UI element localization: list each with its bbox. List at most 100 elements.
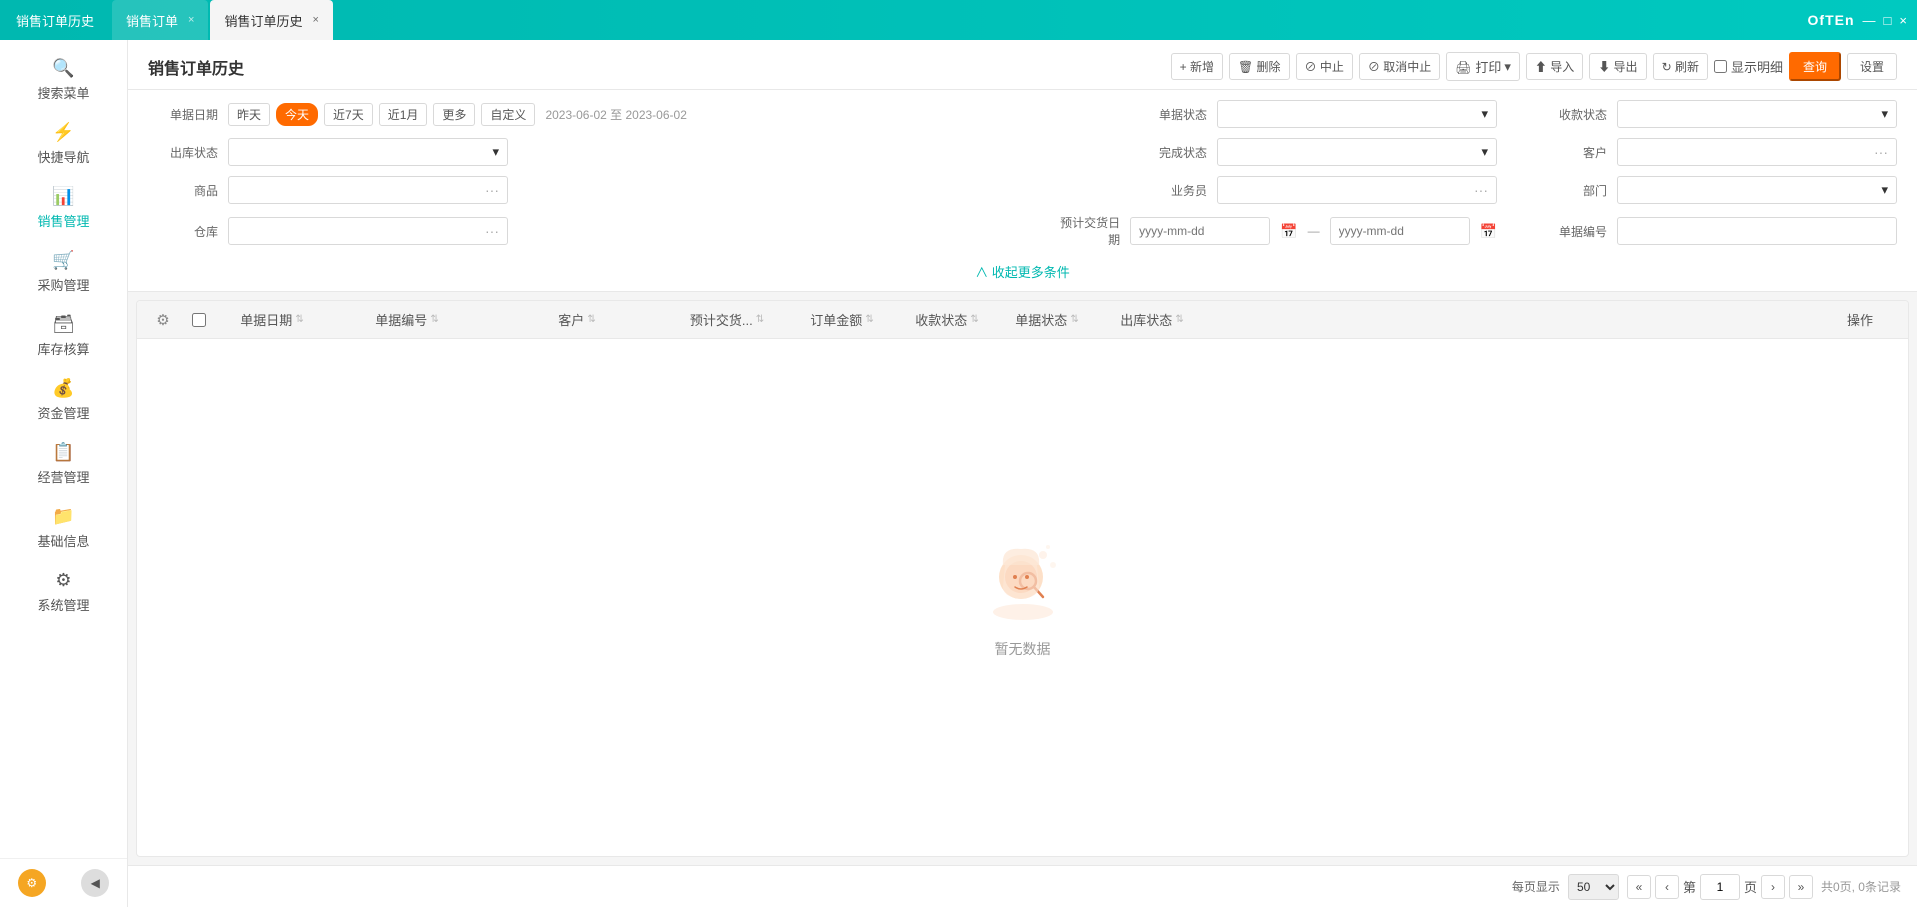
last-page-btn[interactable]: » <box>1789 875 1813 899</box>
sidebar-settings-icon[interactable]: ⚙ <box>18 869 46 897</box>
th-customer-sort: ⇅ <box>587 314 595 325</box>
tab-home[interactable]: 销售订单历史 <box>0 0 110 40</box>
tab-sales-order-history-close[interactable]: × <box>312 14 318 26</box>
th-code-sort: ⇅ <box>430 314 438 325</box>
sidebar-item-inventory[interactable]: 🗃 库存核算 <box>0 304 127 368</box>
refresh-button[interactable]: ↻ 刷新 <box>1653 53 1708 80</box>
date-btn-custom[interactable]: 自定义 <box>481 103 535 126</box>
stop-button[interactable]: ⊘ 中止 <box>1296 53 1353 80</box>
settings-button[interactable]: 设置 <box>1847 53 1897 80</box>
sidebar-item-operations-label: 经营管理 <box>37 467 89 486</box>
calendar-to-icon[interactable]: 📅 <box>1480 223 1497 240</box>
date-btn-today[interactable]: 今天 <box>276 103 318 126</box>
th-warehouse[interactable]: 出库状态 ⇅ <box>1097 310 1207 329</box>
date-btn-yesterday[interactable]: 昨天 <box>228 103 270 126</box>
new-button[interactable]: + 新增 <box>1171 53 1223 80</box>
date-btn-1month[interactable]: 近1月 <box>379 103 428 126</box>
tab-sales-order-close[interactable]: × <box>188 14 194 26</box>
th-warehouse-label: 出库状态 <box>1120 310 1172 329</box>
product-dots[interactable]: ··· <box>485 182 499 198</box>
delivery-date-to[interactable] <box>1330 217 1470 245</box>
query-button[interactable]: 查询 <box>1789 52 1841 81</box>
sidebar-item-quicknav-label: 快捷导航 <box>37 147 89 166</box>
customer-select[interactable]: ··· <box>1617 138 1897 166</box>
top-bar-right: OfTEn — □ × <box>1808 12 1917 28</box>
th-date-label: 单据日期 <box>240 310 292 329</box>
sidebar-collapse-icon[interactable]: ◀ <box>81 869 109 897</box>
salesperson-label: 业务员 <box>1137 182 1207 199</box>
th-status[interactable]: 单据状态 ⇅ <box>997 310 1097 329</box>
delivery-date-from[interactable] <box>1130 217 1270 245</box>
th-code[interactable]: 单据编号 ⇅ <box>327 310 487 329</box>
tab-sales-order[interactable]: 销售订单 × <box>112 0 208 40</box>
warehouse-status-select[interactable]: ▾ <box>228 138 508 166</box>
print-arrow: ▾ <box>1504 59 1511 75</box>
th-action-label: 操作 <box>1847 310 1873 329</box>
complete-status-select[interactable]: ▾ <box>1217 138 1497 166</box>
calendar-from-icon[interactable]: 📅 <box>1280 223 1297 240</box>
sidebar-item-finance-label: 资金管理 <box>37 403 89 422</box>
warehouse-dots[interactable]: ··· <box>485 223 499 239</box>
sidebar-item-search[interactable]: 🔍 搜索菜单 <box>0 48 127 112</box>
warehouse-status-label: 出库状态 <box>148 144 218 161</box>
sidebar-item-purchase[interactable]: 🛒 采购管理 <box>0 240 127 304</box>
page-label-pre: 第 <box>1683 877 1696 896</box>
sidebar-item-basic-info[interactable]: 📁 基础信息 <box>0 496 127 560</box>
table-settings-icon[interactable]: ⚙ <box>156 311 169 329</box>
sidebar-item-sales[interactable]: 📊 销售管理 <box>0 176 127 240</box>
sidebar: 🔍 搜索菜单 ⚡ 快捷导航 📊 销售管理 🛒 采购管理 🗃 库存核算 💰 资金管… <box>0 40 128 907</box>
page-title: 销售订单历史 <box>148 55 244 79</box>
th-payment[interactable]: 收款状态 ⇅ <box>897 310 997 329</box>
th-date-sort: ⇅ <box>295 314 303 325</box>
salesperson-dots[interactable]: ··· <box>1474 182 1488 198</box>
next-page-btn[interactable]: › <box>1761 875 1785 899</box>
date-range-text: 2023-06-02 至 2023-06-02 <box>545 106 686 123</box>
display-cols-checkbox[interactable] <box>1714 60 1727 73</box>
page-input[interactable] <box>1700 874 1740 900</box>
close-btn[interactable]: × <box>1899 13 1907 28</box>
th-customer-label: 客户 <box>558 310 584 329</box>
th-delivery[interactable]: 预计交货... ⇅ <box>667 310 787 329</box>
inventory-icon: 🗃 <box>52 314 75 335</box>
import-button[interactable]: ⬆ 导入 <box>1526 53 1583 80</box>
date-btn-more[interactable]: 更多 <box>433 103 475 126</box>
main-layout: 🔍 搜索菜单 ⚡ 快捷导航 📊 销售管理 🛒 采购管理 🗃 库存核算 💰 资金管… <box>0 40 1917 907</box>
sidebar-item-quicknav[interactable]: ⚡ 快捷导航 <box>0 112 127 176</box>
page-size-select[interactable]: 20 50 100 <box>1568 874 1619 900</box>
salesperson-select[interactable]: ··· <box>1217 176 1497 204</box>
bill-status-select[interactable]: ▾ <box>1217 100 1497 128</box>
display-toggle[interactable]: 显示明细 <box>1714 57 1783 76</box>
total-text: 共0页, 0条记录 <box>1821 878 1901 895</box>
sidebar-item-operations[interactable]: 📋 经营管理 <box>0 432 127 496</box>
tab-sales-order-history[interactable]: 销售订单历史 × <box>210 0 332 40</box>
sidebar-item-system[interactable]: ⚙ 系统管理 <box>0 560 127 624</box>
export-button[interactable]: ⬇ 导出 <box>1589 53 1646 80</box>
print-button[interactable]: 🖨 打印 ▾ <box>1446 52 1520 81</box>
empty-text: 暂无数据 <box>995 639 1051 659</box>
maximize-btn[interactable]: □ <box>1884 13 1892 28</box>
th-payment-label: 收款状态 <box>915 310 967 329</box>
th-amount[interactable]: 订单金额 ⇅ <box>787 310 897 329</box>
filter-row-3: 商品 ··· 业务员 ··· 部门 ▾ <box>148 176 1897 204</box>
sidebar-item-finance[interactable]: 💰 资金管理 <box>0 368 127 432</box>
collapse-row[interactable]: ∧ 收起更多条件 <box>148 258 1897 281</box>
prev-page-btn[interactable]: ‹ <box>1655 875 1679 899</box>
th-status-sort: ⇅ <box>1070 314 1078 325</box>
warehouse-status-arrow: ▾ <box>492 144 499 160</box>
delete-button[interactable]: 🗑 删除 <box>1229 53 1290 80</box>
customer-dots[interactable]: ··· <box>1874 144 1888 160</box>
th-action: 操作 <box>1820 310 1900 329</box>
bill-number-input[interactable] <box>1617 217 1897 245</box>
date-btn-7days[interactable]: 近7天 <box>324 103 373 126</box>
cancel-stop-button[interactable]: ⊘ 取消中止 <box>1359 53 1440 80</box>
payment-status-select[interactable]: ▾ <box>1617 100 1897 128</box>
product-select[interactable]: ··· <box>228 176 508 204</box>
th-date[interactable]: 单据日期 ⇅ <box>217 310 327 329</box>
department-select[interactable]: ▾ <box>1617 176 1897 204</box>
payment-status-arrow: ▾ <box>1881 106 1888 122</box>
minimize-btn[interactable]: — <box>1863 13 1876 28</box>
first-page-btn[interactable]: « <box>1627 875 1651 899</box>
warehouse-select[interactable]: ··· <box>228 217 508 245</box>
th-customer[interactable]: 客户 ⇅ <box>487 310 667 329</box>
select-all-checkbox[interactable] <box>192 313 206 327</box>
